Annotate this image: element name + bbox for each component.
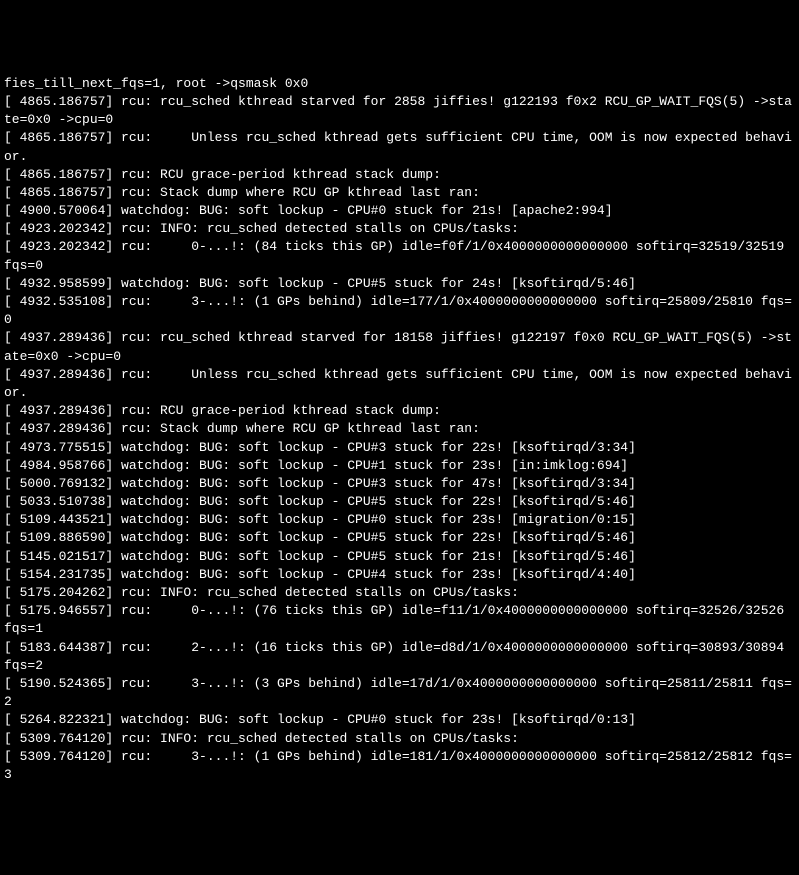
log-line: [ 4923.202342] rcu: INFO: rcu_sched dete…: [4, 220, 795, 238]
log-line: [ 5109.443521] watchdog: BUG: soft locku…: [4, 511, 795, 529]
log-line: [ 4937.289436] rcu: RCU grace-period kth…: [4, 402, 795, 420]
log-line: [ 5109.886590] watchdog: BUG: soft locku…: [4, 529, 795, 547]
log-line: [ 4865.186757] rcu: Stack dump where RCU…: [4, 184, 795, 202]
terminal-output: fies_till_next_fqs=1, root ->qsmask 0x0[…: [4, 75, 795, 784]
log-line: [ 4923.202342] rcu: 0-...!: (84 ticks th…: [4, 238, 795, 274]
log-line: [ 4865.186757] rcu: rcu_sched kthread st…: [4, 93, 795, 129]
log-line: [ 4932.535108] rcu: 3-...!: (1 GPs behin…: [4, 293, 795, 329]
log-line: [ 4984.958766] watchdog: BUG: soft locku…: [4, 457, 795, 475]
log-line: [ 4900.570064] watchdog: BUG: soft locku…: [4, 202, 795, 220]
log-line: [ 4865.186757] rcu: RCU grace-period kth…: [4, 166, 795, 184]
log-line: [ 4937.289436] rcu: Stack dump where RCU…: [4, 420, 795, 438]
log-line: [ 5033.510738] watchdog: BUG: soft locku…: [4, 493, 795, 511]
log-line: [ 5154.231735] watchdog: BUG: soft locku…: [4, 566, 795, 584]
log-line: [ 5309.764120] rcu: INFO: rcu_sched dete…: [4, 730, 795, 748]
log-line: [ 5309.764120] rcu: 3-...!: (1 GPs behin…: [4, 748, 795, 784]
log-line: [ 4932.958599] watchdog: BUG: soft locku…: [4, 275, 795, 293]
log-line: [ 4937.289436] rcu: rcu_sched kthread st…: [4, 329, 795, 365]
log-line: [ 5183.644387] rcu: 2-...!: (16 ticks th…: [4, 639, 795, 675]
log-line: [ 5175.946557] rcu: 0-...!: (76 ticks th…: [4, 602, 795, 638]
log-line: [ 4865.186757] rcu: Unless rcu_sched kth…: [4, 129, 795, 165]
log-line: [ 5145.021517] watchdog: BUG: soft locku…: [4, 548, 795, 566]
log-line: [ 5000.769132] watchdog: BUG: soft locku…: [4, 475, 795, 493]
log-line: [ 5190.524365] rcu: 3-...!: (3 GPs behin…: [4, 675, 795, 711]
log-line: [ 4937.289436] rcu: Unless rcu_sched kth…: [4, 366, 795, 402]
log-line: [ 5264.822321] watchdog: BUG: soft locku…: [4, 711, 795, 729]
log-line: [ 4973.775515] watchdog: BUG: soft locku…: [4, 439, 795, 457]
log-line: [ 5175.204262] rcu: INFO: rcu_sched dete…: [4, 584, 795, 602]
log-line: fies_till_next_fqs=1, root ->qsmask 0x0: [4, 75, 795, 93]
